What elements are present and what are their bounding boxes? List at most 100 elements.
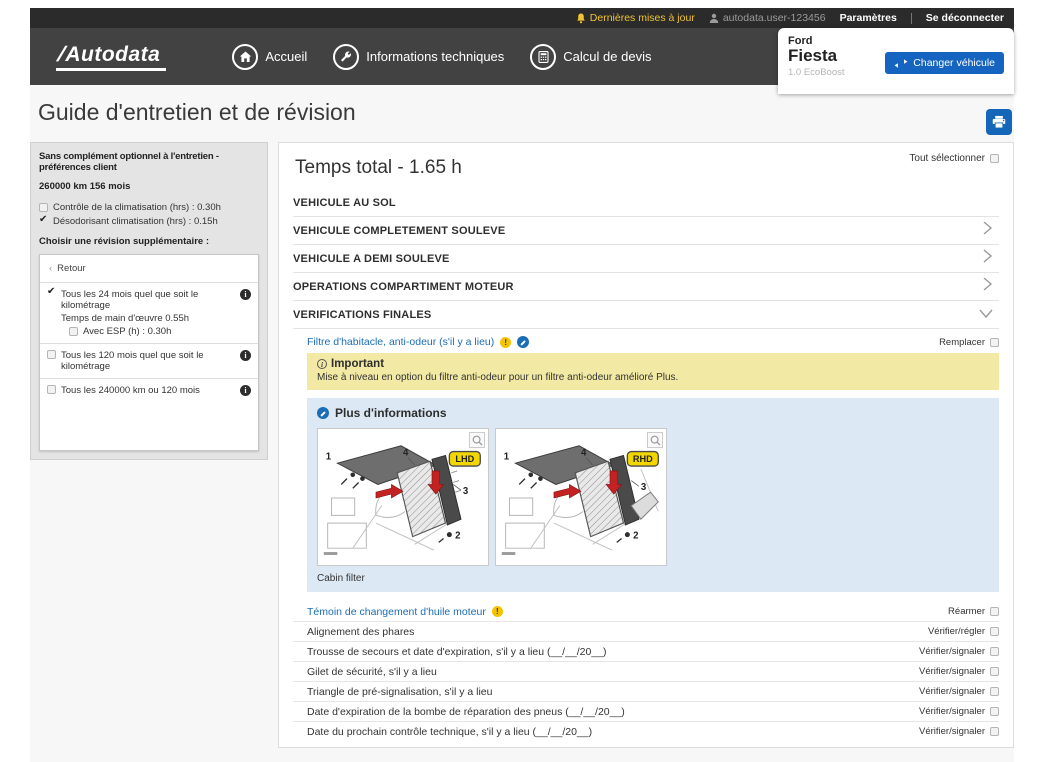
checkbox[interactable] (47, 350, 56, 359)
section-vehicule-au-sol[interactable]: VEHICULE AU SOL (293, 189, 999, 217)
task-row: Alignement des phares Vérifier/régler (293, 621, 999, 641)
cabin-filter-action: Remplacer (939, 337, 999, 348)
important-note-text: Mise à niveau en option du filtre anti-o… (317, 372, 679, 383)
final-checks-task-list: Témoin de changement d'huile moteur ! Ré… (293, 602, 999, 741)
info-icon[interactable]: i (240, 289, 251, 300)
warning-icon: ! (491, 606, 503, 617)
task-row: Date d'expiration de la bombe de réparat… (293, 701, 999, 721)
user-account[interactable]: autodata.user-123456 (709, 12, 826, 24)
task-action-label: Vérifier/régler (927, 626, 985, 637)
cabin-filter-diagram-lhd: 1 4 3 2 LHD (317, 428, 489, 566)
page-content: Guide d'entretien et de révision Sans co… (30, 85, 1014, 762)
checkbox[interactable] (47, 286, 56, 298)
action-label: Remplacer (939, 336, 985, 348)
task-label: Triangle de pré-signalisation, s'il y a … (307, 685, 493, 698)
task-checkbox[interactable] (990, 627, 999, 636)
revision-list-card: ‹ Retour Tous les 24 mois quel que soit … (39, 254, 259, 451)
card-spacer (40, 402, 258, 450)
nav-label-calcul-de-devis: Calcul de devis (563, 49, 652, 64)
print-button[interactable] (986, 109, 1012, 135)
content-columns: Sans complément optionnel à l'entretien … (30, 142, 1014, 748)
info-icon[interactable] (517, 336, 530, 348)
back-button[interactable]: ‹ Retour (40, 255, 258, 282)
task-checkbox[interactable] (990, 607, 999, 616)
nav-item-calcul-de-devis[interactable]: Calcul de devis (530, 43, 652, 70)
checkbox[interactable] (47, 385, 56, 394)
section-label: OPERATIONS COMPARTIMENT MOTEUR (293, 280, 514, 293)
logout-link[interactable]: Se déconnecter (926, 12, 1004, 24)
info-icon[interactable]: i (240, 385, 251, 396)
revision-option-toggle[interactable]: Tous les 120 mois quel que soit le kilom… (47, 350, 235, 372)
info-icon[interactable]: i (240, 350, 251, 361)
section-vehicule-completement-souleve[interactable]: VEHICULE COMPLETEMENT SOULEVE (293, 217, 999, 245)
info-circle-icon: i (317, 359, 327, 369)
task-action-label: Vérifier/signaler (919, 706, 985, 717)
revision-label: Tous les 24 mois quel que soit le kilomé… (61, 289, 199, 311)
task-checkbox[interactable] (990, 707, 999, 716)
task-checkbox[interactable] (990, 727, 999, 736)
nav-item-informations-techniques[interactable]: Informations techniques (333, 43, 504, 70)
rhd-badge: RHD (626, 450, 659, 467)
task-label: Gilet de sécurité, s'il y a lieu (307, 665, 437, 678)
section-vehicule-a-demi-souleve[interactable]: VEHICULE A DEMI SOULEVE (293, 245, 999, 273)
panel-header: Temps total - 1.65 h Tout sélectionner (293, 151, 999, 189)
revision-label: Tous les 120 mois quel que soit le kilom… (61, 350, 204, 372)
checkbox[interactable] (39, 202, 48, 212)
option-desodorisant-climatisation[interactable]: Désodorisant climatisation (hrs) : 0.15h (39, 214, 259, 228)
zoom-image-button[interactable] (469, 432, 485, 448)
task-action-label: Vérifier/signaler (919, 666, 985, 677)
settings-link[interactable]: Paramètres (840, 12, 897, 24)
task-label: Alignement des phares (307, 625, 415, 638)
revision-option-toggle[interactable]: Tous les 24 mois quel que soit le kilomé… (47, 286, 235, 311)
svg-text:1: 1 (504, 451, 510, 462)
cabin-filter-illustration: 1 4 3 2 RHD (496, 430, 666, 564)
cabin-filter-task-row: Filtre d'habitacle, anti-odeur (s'il y a… (307, 329, 999, 353)
nav-item-accueil[interactable]: Accueil (232, 43, 307, 70)
svg-text:2: 2 (633, 531, 638, 542)
change-vehicle-button[interactable]: Changer véhicule (885, 52, 1004, 74)
task-row: Date du prochain contrôle technique, s'i… (293, 721, 999, 741)
magnifier-icon (650, 435, 660, 445)
revision-option-content: Tous les 24 mois quel que soit le kilomé… (47, 286, 235, 337)
task-checkbox[interactable] (990, 687, 999, 696)
latest-updates-link[interactable]: Dernières mises à jour (576, 12, 695, 24)
task-checkbox[interactable] (990, 647, 999, 656)
checkbox[interactable] (69, 327, 78, 336)
important-title-text: Important (331, 358, 385, 370)
task-action-label: Réarmer (948, 606, 985, 617)
logo-text: Autodata (65, 42, 161, 66)
wrench-icon (333, 43, 360, 70)
service-preferences-panel: Sans complément optionnel à l'entretien … (30, 142, 268, 460)
autodata-logo[interactable]: / Autodata (56, 42, 167, 71)
cabin-filter-link[interactable]: Filtre d'habitacle, anti-odeur (s'il y a… (307, 336, 494, 348)
climate-options: Contrôle de la climatisation (hrs) : 0.3… (39, 200, 259, 228)
chevron-left-icon: ‹ (49, 263, 53, 274)
esp-label: Avec ESP (h) : 0.30h (83, 326, 172, 337)
svg-text:4: 4 (581, 447, 587, 458)
zoom-image-button[interactable] (647, 432, 663, 448)
task-label: Date d'expiration de la bombe de réparat… (307, 705, 625, 718)
select-all-checkbox[interactable] (990, 154, 999, 163)
option-controle-climatisation[interactable]: Contrôle de la climatisation (hrs) : 0.3… (39, 200, 259, 214)
section-label: VEHICULE COMPLETEMENT SOULEVE (293, 224, 506, 237)
checkbox[interactable] (39, 214, 48, 226)
task-action-label: Vérifier/signaler (919, 686, 985, 697)
revision-option-content: Tous les 120 mois quel que soit le kilom… (47, 350, 235, 372)
page-title: Guide d'entretien et de révision (38, 99, 356, 125)
diagram-caption: Cabin filter (317, 573, 365, 584)
esp-sub-option[interactable]: Avec ESP (h) : 0.30h (69, 326, 235, 337)
section-label: VEHICULE AU SOL (293, 196, 396, 209)
select-all-control[interactable]: Tout sélectionner (909, 153, 999, 164)
top-utility-bar: Dernières mises à jour autodata.user-123… (30, 8, 1014, 28)
revision-label: Tous les 240000 km ou 120 mois (61, 385, 200, 396)
more-information-box: Plus d'informations 1 4 3 2 LHD 1 4 3 2 … (307, 398, 999, 592)
task-checkbox[interactable] (990, 667, 999, 676)
topbar-divider (910, 12, 912, 24)
lhd-badge: LHD (448, 450, 481, 467)
task-link[interactable]: Témoin de changement d'huile moteur (307, 606, 486, 618)
task-action-label: Vérifier/signaler (919, 726, 985, 737)
revision-option-toggle[interactable]: Tous les 240000 km ou 120 mois (47, 385, 235, 396)
task-checkbox[interactable] (990, 337, 999, 347)
section-verifications-finales[interactable]: VERIFICATIONS FINALES (293, 301, 999, 329)
section-operations-compartiment-moteur[interactable]: OPERATIONS COMPARTIMENT MOTEUR (293, 273, 999, 301)
